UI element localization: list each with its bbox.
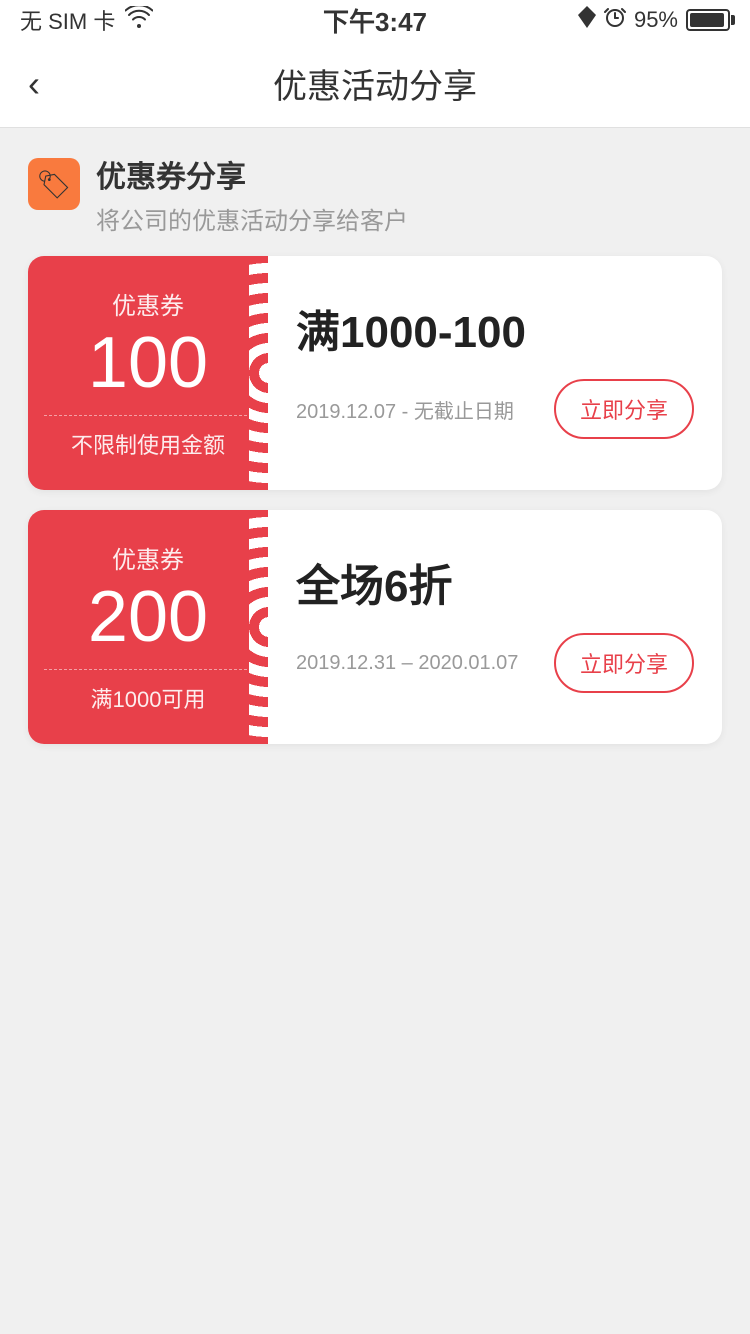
coupon-list: 优惠券 100 不限制使用金额 满1000-100 2019.12.07 - 无… (0, 256, 750, 744)
coupon-left-1: 优惠券 100 不限制使用金额 (28, 256, 268, 490)
coupon-footer-1: 2019.12.07 - 无截止日期 立即分享 (296, 379, 694, 439)
coupon-divider-1 (44, 415, 252, 416)
coupon-section-icon: 🏷 (28, 158, 80, 210)
coupon-card-2: 优惠券 200 满1000可用 全场6折 2019.12.31 – 2020.0… (28, 510, 722, 744)
coupon-condition-2: 满1000可用 (91, 682, 206, 714)
page-title: 优惠活动分享 (273, 59, 477, 108)
location-icon (578, 6, 596, 34)
coupon-label-1: 优惠券 (112, 286, 184, 321)
coupon-right-2: 全场6折 2019.12.31 – 2020.01.07 立即分享 (268, 510, 722, 744)
coupon-name-2: 全场6折 (296, 561, 694, 614)
section-title: 优惠券分享 (96, 158, 408, 197)
section-header: 🏷 优惠券分享 将公司的优惠活动分享给客户 (0, 128, 750, 256)
coupon-amount-2: 200 (88, 581, 208, 653)
section-text: 优惠券分享 将公司的优惠活动分享给客户 (96, 158, 408, 236)
alarm-icon (604, 6, 626, 34)
coupon-footer-2: 2019.12.31 – 2020.01.07 立即分享 (296, 633, 694, 693)
coupon-amount-1: 100 (88, 327, 208, 399)
status-right: 95% (578, 6, 730, 34)
share-button-2[interactable]: 立即分享 (554, 633, 694, 693)
nav-bar: ‹ 优惠活动分享 (0, 40, 750, 128)
wifi-icon (125, 6, 153, 34)
section-subtitle: 将公司的优惠活动分享给客户 (96, 201, 408, 236)
share-button-1[interactable]: 立即分享 (554, 379, 694, 439)
status-bar: 无 SIM 卡 下午3:47 95% (0, 0, 750, 40)
empty-area (0, 744, 750, 1244)
coupon-right-1: 满1000-100 2019.12.07 - 无截止日期 立即分享 (268, 256, 722, 490)
coupon-left-2: 优惠券 200 满1000可用 (28, 510, 268, 744)
carrier-text: 无 SIM 卡 (20, 4, 115, 36)
battery-icon (686, 9, 730, 31)
back-button[interactable]: ‹ (28, 63, 40, 105)
coupon-date-1: 2019.12.07 - 无截止日期 (296, 395, 542, 424)
coupon-divider-2 (44, 669, 252, 670)
status-time: 下午3:47 (323, 2, 427, 39)
battery-percent: 95% (634, 7, 678, 33)
coupon-card-1: 优惠券 100 不限制使用金额 满1000-100 2019.12.07 - 无… (28, 256, 722, 490)
coupon-condition-1: 不限制使用金额 (71, 428, 225, 460)
coupon-name-1: 满1000-100 (296, 307, 694, 360)
status-left: 无 SIM 卡 (20, 4, 153, 36)
coupon-date-2: 2019.12.31 – 2020.01.07 (296, 652, 542, 675)
coupon-label-2: 优惠券 (112, 540, 184, 575)
